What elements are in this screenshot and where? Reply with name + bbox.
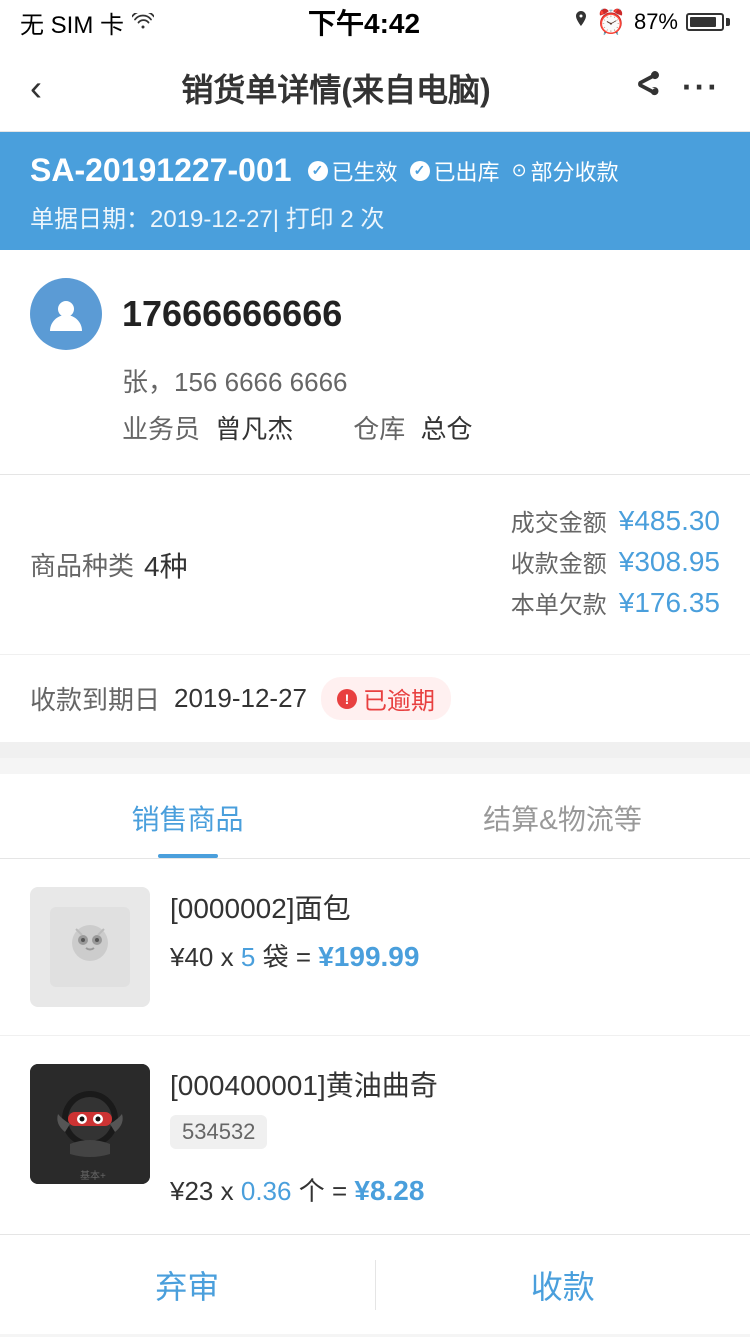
check-icon-1: ✓ (308, 161, 328, 181)
received-value: ¥308.95 (619, 546, 720, 578)
product-list: [0000002]面包 ¥40 x 5 袋 = ¥199.99 (0, 859, 750, 1237)
more-icon[interactable]: ··· (682, 69, 720, 106)
overdue-icon: ! (337, 689, 357, 709)
bottom-bar: 弃审 收款 (0, 1234, 750, 1334)
kind-label: 商品种类 (30, 546, 134, 583)
nav-bar: ‹ 销货单详情(来自电脑) ··· (0, 44, 750, 132)
clock-icon: ⊙ (512, 160, 527, 181)
product-qty-1: 5 (241, 942, 255, 972)
product-price-row-2: ¥23 x 0.36 个 = ¥8.28 (170, 1171, 720, 1208)
header-date-info: 单据日期：2019-12-27| 打印 2 次 (30, 199, 720, 234)
carrier-text: 无 SIM 卡 (20, 5, 124, 40)
customer-name-phone: 张，156 6666 6666 (122, 362, 720, 399)
product-info-1: [0000002]面包 ¥40 x 5 袋 = ¥199.99 (170, 887, 720, 974)
customer-section: 17666666666 张，156 6666 6666 业务员 曾凡杰 仓库 总… (0, 250, 750, 474)
table-row: 基本+ [000400001]黄油曲奇 534532 ¥23 x 0.36 个 … (0, 1036, 750, 1237)
badge-shipped: ✓ 已出库 (410, 155, 500, 187)
badge-active: ✓ 已生效 (308, 155, 398, 187)
received-label: 收款金额 (511, 544, 607, 579)
due-date: 2019-12-27 (174, 683, 307, 714)
overdue-badge: ! 已逾期 (321, 677, 451, 720)
amount-value: ¥485.30 (619, 505, 720, 537)
svg-text:基本+: 基本+ (80, 1169, 106, 1182)
product-info-2: [000400001]黄油曲奇 534532 ¥23 x 0.36 个 = ¥8… (170, 1064, 720, 1208)
amount-label: 成交金额 (511, 503, 607, 538)
product-total-1: ¥199.99 (318, 941, 419, 972)
alarm-icon: ⏰ (596, 8, 626, 37)
customer-id: 17666666666 (122, 293, 342, 335)
owed-label: 本单欠款 (511, 585, 607, 620)
page-title: 销货单详情(来自电脑) (181, 65, 490, 111)
location-icon (574, 8, 588, 36)
customer-avatar (30, 278, 102, 350)
product-name-1: [0000002]面包 (170, 887, 720, 927)
tabs-bar: 销售商品 结算&物流等 (0, 774, 750, 859)
product-thumbnail-2: 基本+ (30, 1064, 150, 1184)
status-badges: ✓ 已生效 ✓ 已出库 ⊙ 部分收款 (308, 155, 619, 187)
overdue-text: 已逾期 (363, 681, 435, 716)
table-row: [0000002]面包 ¥40 x 5 袋 = ¥199.99 (0, 859, 750, 1036)
cancel-button[interactable]: 弃审 (0, 1242, 375, 1328)
check-icon-2: ✓ (410, 161, 430, 181)
warehouse-label: 仓库 (353, 414, 405, 444)
product-price-row-1: ¥40 x 5 袋 = ¥199.99 (170, 937, 720, 974)
share-icon[interactable] (630, 68, 662, 107)
badge-partial: ⊙ 部分收款 (512, 155, 619, 187)
divider-2 (0, 742, 750, 758)
battery-text: 87% (634, 9, 678, 35)
customer-meta: 业务员 曾凡杰 仓库 总仓 (122, 409, 720, 446)
status-bar: 无 SIM 卡 下午4:42 ⏰ 87% (0, 0, 750, 44)
back-button[interactable]: ‹ (30, 67, 42, 109)
status-bar-time: 下午4:42 (308, 2, 420, 42)
salesperson-value: 曾凡杰 (215, 414, 293, 444)
product-thumbnail-1 (30, 887, 150, 1007)
product-name-2: [000400001]黄油曲奇 (170, 1064, 720, 1104)
salesperson-label: 业务员 (122, 414, 200, 444)
warehouse-value: 总仓 (421, 414, 473, 444)
summary-section: 商品种类 4种 成交金额 ¥485.30 收款金额 ¥308.95 本单欠款 ¥… (0, 475, 750, 654)
status-bar-right: ⏰ 87% (574, 8, 730, 37)
due-label: 收款到期日 (30, 680, 160, 717)
product-batch: 534532 (170, 1115, 267, 1149)
owed-value: ¥176.35 (619, 587, 720, 619)
nav-actions: ··· (630, 68, 720, 107)
order-id: SA-20191227-001 (30, 152, 292, 189)
status-bar-left: 无 SIM 卡 (20, 5, 154, 40)
tab-sales-products[interactable]: 销售商品 (0, 774, 375, 858)
kind-value: 4种 (144, 545, 188, 585)
product-total-2: ¥8.28 (354, 1175, 424, 1206)
tab-settlement-logistics[interactable]: 结算&物流等 (375, 774, 750, 858)
wifi-icon (132, 8, 154, 36)
header-banner: SA-20191227-001 ✓ 已生效 ✓ 已出库 ⊙ 部分收款 单据日期：… (0, 132, 750, 250)
product-qty-2: 0.36 (241, 1176, 292, 1206)
battery-icon (686, 13, 730, 31)
due-section: 收款到期日 2019-12-27 ! 已逾期 (0, 654, 750, 742)
confirm-button[interactable]: 收款 (376, 1242, 750, 1328)
